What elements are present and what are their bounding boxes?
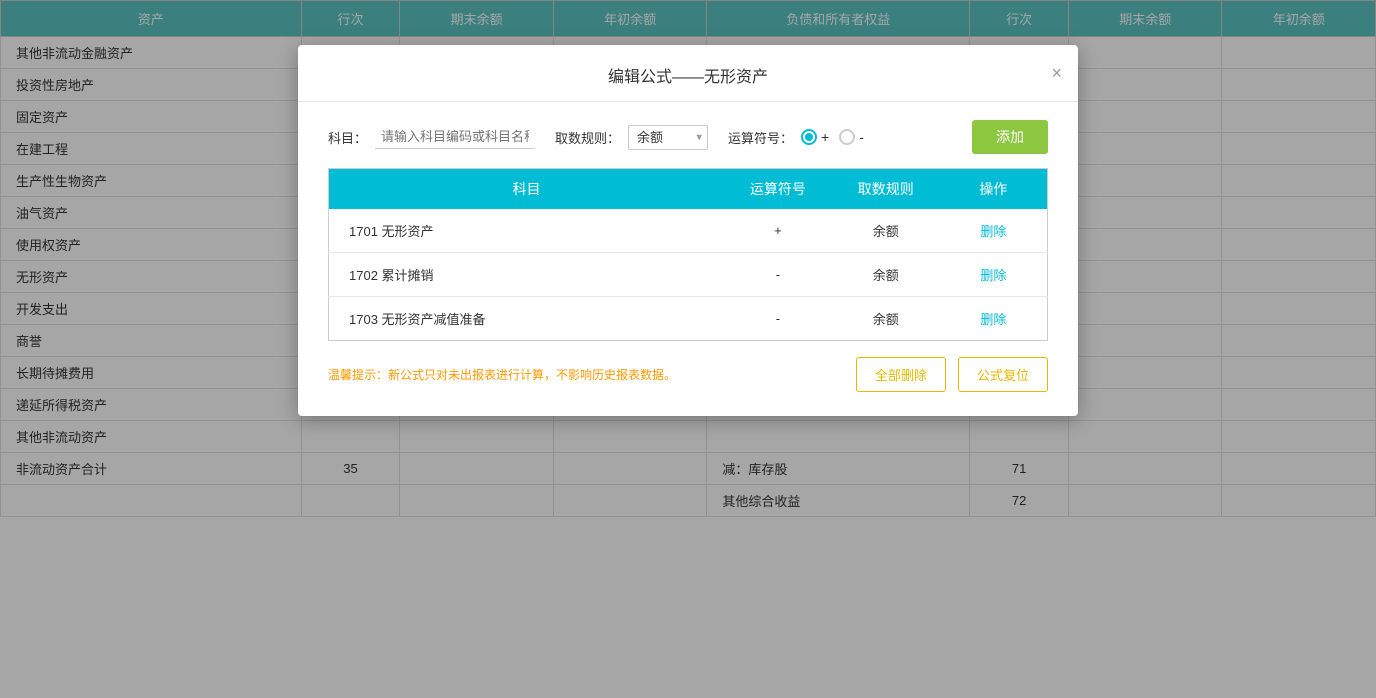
formula-table: 科目 运算符号 取数规则 操作 1701 无形资产+余额删除1702 累计摊销-… <box>328 168 1048 341</box>
th-action: 操作 <box>940 169 1048 210</box>
minus-label: - <box>859 129 864 145</box>
table-row: 1702 累计摊销-余额 删除 <box>329 253 1048 297</box>
th-rule: 取数规则 <box>832 169 940 210</box>
plus-radio-circle <box>801 129 817 145</box>
cell-rule: 余额 <box>832 297 940 341</box>
modal-title: 编辑公式——无形资产 <box>608 63 768 87</box>
table-row: 1701 无形资产+余额 删除 <box>329 209 1048 253</box>
table-header-row: 科目 运算符号 取数规则 操作 <box>329 169 1048 210</box>
operator-label: 运算符号： <box>728 128 793 147</box>
subject-input[interactable] <box>375 125 535 149</box>
cell-rule: 余额 <box>832 253 940 297</box>
subject-group: 科目： <box>328 125 535 149</box>
delete-row-button[interactable]: 删除 <box>980 221 1006 240</box>
cell-operator: - <box>724 253 832 297</box>
rule-select[interactable]: 余额 借方 贷方 借方累计 贷方累计 <box>628 125 708 150</box>
table-row: 1703 无形资产减值准备-余额 删除 <box>329 297 1048 341</box>
operator-radio-group: + - <box>801 129 864 145</box>
rule-group: 取数规则： 余额 借方 贷方 借方累计 贷方累计 <box>555 125 708 150</box>
th-operator: 运算符号 <box>724 169 832 210</box>
minus-radio-circle <box>839 129 855 145</box>
cell-rule: 余额 <box>832 209 940 253</box>
cell-action: 删除 <box>940 209 1048 253</box>
operator-group: 运算符号： + - <box>728 128 864 147</box>
rule-select-wrap: 余额 借方 贷方 借方累计 贷方累计 <box>628 125 708 150</box>
operator-minus-radio[interactable]: - <box>839 129 864 145</box>
close-button[interactable]: × <box>1051 64 1062 82</box>
plus-label: + <box>821 129 829 145</box>
cell-subject: 1702 累计摊销 <box>329 253 724 297</box>
cell-action: 删除 <box>940 297 1048 341</box>
th-subject: 科目 <box>329 169 724 210</box>
cell-subject: 1701 无形资产 <box>329 209 724 253</box>
subject-label: 科目： <box>328 128 367 147</box>
edit-formula-modal: 编辑公式——无形资产 × 科目： 取数规则： 余额 借方 贷方 借方累计 贷方累… <box>298 45 1078 416</box>
form-row: 科目： 取数规则： 余额 借方 贷方 借方累计 贷方累计 运算符号： <box>298 102 1078 168</box>
reset-button[interactable]: 公式复位 <box>958 357 1048 392</box>
operator-plus-radio[interactable]: + <box>801 129 829 145</box>
modal-overlay: 编辑公式——无形资产 × 科目： 取数规则： 余额 借方 贷方 借方累计 贷方累… <box>0 0 1376 698</box>
delete-all-button[interactable]: 全部删除 <box>856 357 946 392</box>
delete-row-button[interactable]: 删除 <box>980 265 1006 284</box>
cell-operator: + <box>724 209 832 253</box>
rule-label: 取数规则： <box>555 128 620 147</box>
delete-row-button[interactable]: 删除 <box>980 309 1006 328</box>
modal-footer: 温馨提示：新公式只对未出报表进行计算，不影响历史报表数据。 全部删除 公式复位 <box>298 341 1078 396</box>
modal-header: 编辑公式——无形资产 × <box>298 45 1078 102</box>
cell-subject: 1703 无形资产减值准备 <box>329 297 724 341</box>
tip-text: 温馨提示：新公式只对未出报表进行计算，不影响历史报表数据。 <box>328 366 676 383</box>
add-button[interactable]: 添加 <box>972 120 1048 154</box>
cell-action: 删除 <box>940 253 1048 297</box>
cell-operator: - <box>724 297 832 341</box>
footer-buttons: 全部删除 公式复位 <box>856 357 1048 392</box>
